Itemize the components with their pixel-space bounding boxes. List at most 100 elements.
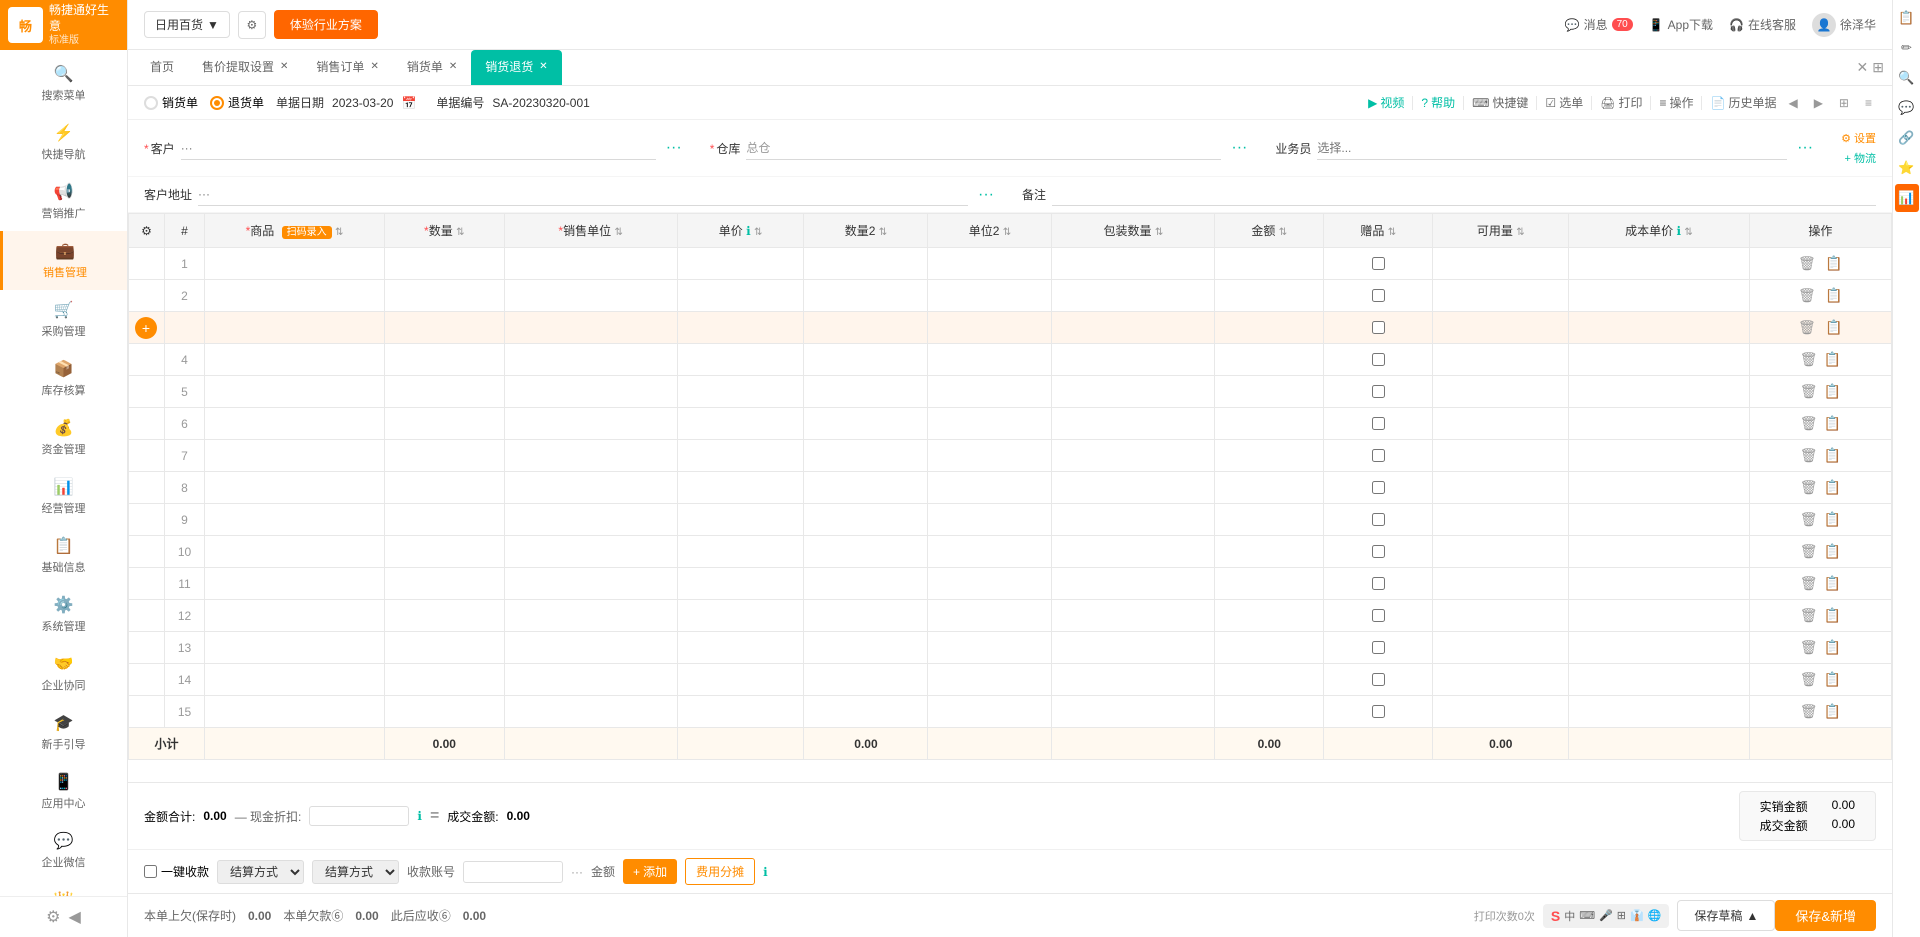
col-unit2-sort-icon[interactable]: ⇅ bbox=[1003, 227, 1011, 238]
col-pkg-sort-icon[interactable]: ⇅ bbox=[1155, 227, 1163, 238]
row-1-delete-icon[interactable]: 🗑 bbox=[1795, 255, 1819, 271]
col-cost-sort-icon[interactable]: ⇅ bbox=[1684, 227, 1692, 238]
help-action[interactable]: ? 帮助 bbox=[1421, 94, 1455, 111]
row-2-unit[interactable] bbox=[504, 280, 677, 312]
sidebar-item-wechat[interactable]: 💬 企业微信 bbox=[0, 821, 127, 880]
row-2-price[interactable] bbox=[677, 280, 804, 312]
row-1-qty2[interactable] bbox=[804, 248, 928, 280]
row-1-amount[interactable] bbox=[1215, 248, 1324, 280]
row-3-qty[interactable] bbox=[385, 312, 505, 344]
address-expand-icon[interactable]: ··· bbox=[974, 186, 998, 204]
save-draft-button[interactable]: 保存草稿 ▲ bbox=[1677, 900, 1775, 931]
rs-link-icon[interactable]: 🔗 bbox=[1895, 124, 1919, 152]
sidebar-item-system[interactable]: ⚙️ 系统管理 bbox=[0, 585, 127, 644]
rs-comment-icon[interactable]: 💬 bbox=[1895, 94, 1919, 122]
row-14-gift-checkbox[interactable] bbox=[1372, 673, 1385, 686]
print-action[interactable]: 🖨 打印 bbox=[1600, 94, 1642, 111]
row-7-delete-icon[interactable]: 🗑 bbox=[1797, 447, 1821, 463]
rs-search-icon[interactable]: 🔍 bbox=[1895, 64, 1919, 92]
row-2-amount[interactable] bbox=[1215, 280, 1324, 312]
row-2-product[interactable] bbox=[205, 280, 385, 312]
table-gear-icon[interactable]: ⚙ bbox=[141, 224, 152, 238]
sidebar-item-app-center[interactable]: 📱 应用中心 bbox=[0, 762, 127, 821]
discount-input[interactable] bbox=[309, 806, 409, 826]
tab-sale-out[interactable]: 销货单 ✕ bbox=[393, 50, 471, 85]
row-1-unit2[interactable] bbox=[928, 248, 1052, 280]
row-3-unit2[interactable] bbox=[928, 312, 1052, 344]
operation-action[interactable]: ≡ 操作 bbox=[1659, 94, 1693, 111]
nav-prev-icon[interactable]: ◀ bbox=[1784, 96, 1801, 110]
add-row-button[interactable]: + bbox=[135, 317, 157, 339]
tab-sale-return[interactable]: 销货退货 ✕ bbox=[471, 50, 561, 85]
radio-sale-out[interactable]: 销货单 bbox=[144, 94, 198, 111]
save-draft-caret-icon[interactable]: ▲ bbox=[1746, 909, 1758, 923]
row-1-product[interactable] bbox=[205, 248, 385, 280]
row-3-cost[interactable] bbox=[1569, 312, 1749, 344]
row-12-delete-icon[interactable]: 🗑 bbox=[1797, 607, 1821, 623]
row-1-pkg[interactable] bbox=[1052, 248, 1215, 280]
salesperson-expand-icon[interactable]: ··· bbox=[1793, 139, 1817, 157]
logistics-button[interactable]: + 物流 bbox=[1845, 150, 1876, 166]
row-11-gift-checkbox[interactable] bbox=[1372, 577, 1385, 590]
row-3-copy-icon[interactable]: 📋 bbox=[1822, 319, 1845, 335]
row-3-delete-icon[interactable]: 🗑 bbox=[1795, 319, 1819, 335]
col-qty2-sort-icon[interactable]: ⇅ bbox=[879, 227, 887, 238]
one-click-pay-checkbox[interactable]: 一键收款 bbox=[144, 863, 209, 880]
sidebar-item-member[interactable]: 👑 畅会员 bbox=[0, 880, 127, 896]
rs-active-icon[interactable]: 📊 bbox=[1895, 184, 1919, 212]
row-2-avail[interactable] bbox=[1433, 280, 1569, 312]
row-6-delete-icon[interactable]: 🗑 bbox=[1797, 415, 1821, 431]
sidebar-item-marketing[interactable]: 📢 营销推广 bbox=[0, 172, 127, 231]
col-avail-sort-icon[interactable]: ⇅ bbox=[1516, 227, 1524, 238]
row-3-avail[interactable] bbox=[1433, 312, 1569, 344]
row-3-unit[interactable] bbox=[504, 312, 677, 344]
calc-method-select[interactable]: 结算方式 bbox=[312, 860, 399, 884]
tab-menu-icon[interactable]: ⊞ bbox=[1872, 59, 1884, 76]
address-input[interactable] bbox=[198, 183, 968, 206]
account-input[interactable] bbox=[463, 861, 563, 883]
tab-sale-price[interactable]: 售价提取设置 ✕ bbox=[188, 50, 302, 85]
experience-button[interactable]: 体验行业方案 bbox=[274, 10, 378, 39]
row-13-gift-checkbox[interactable] bbox=[1372, 641, 1385, 654]
row-6-copy-icon[interactable]: 📋 bbox=[1821, 415, 1844, 431]
row-2-gift-checkbox[interactable] bbox=[1372, 289, 1385, 302]
tab-sale-out-close-icon[interactable]: ✕ bbox=[449, 61, 457, 72]
view-grid-icon[interactable]: ⊞ bbox=[1835, 96, 1853, 110]
row-10-gift-checkbox[interactable] bbox=[1372, 545, 1385, 558]
select-action[interactable]: ☑ 选单 bbox=[1545, 94, 1583, 111]
col-price-sort-icon[interactable]: ⇅ bbox=[754, 227, 762, 238]
row-9-gift-checkbox[interactable] bbox=[1372, 513, 1385, 526]
row-15-gift-checkbox[interactable] bbox=[1372, 705, 1385, 718]
row-8-gift-checkbox[interactable] bbox=[1372, 481, 1385, 494]
row-2-pkg[interactable] bbox=[1052, 280, 1215, 312]
row-5-copy-icon[interactable]: 📋 bbox=[1821, 383, 1844, 399]
message-action[interactable]: 💬 消息 70 bbox=[1565, 16, 1633, 33]
header-gear-button[interactable]: ⚙ bbox=[238, 11, 266, 39]
row-3-product[interactable] bbox=[205, 312, 385, 344]
row-1-copy-icon[interactable]: 📋 bbox=[1822, 255, 1845, 271]
row-14-copy-icon[interactable]: 📋 bbox=[1821, 671, 1844, 687]
row-11-copy-icon[interactable]: 📋 bbox=[1821, 575, 1844, 591]
sidebar-item-enterprise[interactable]: 🤝 企业协同 bbox=[0, 644, 127, 703]
row-11-delete-icon[interactable]: 🗑 bbox=[1797, 575, 1821, 591]
view-list-icon[interactable]: ≡ bbox=[1861, 96, 1876, 110]
tab-sale-order-close-icon[interactable]: ✕ bbox=[370, 61, 378, 72]
warehouse-expand-icon[interactable]: ··· bbox=[1227, 139, 1251, 157]
row-6-gift-checkbox[interactable] bbox=[1372, 417, 1385, 430]
row-10-delete-icon[interactable]: 🗑 bbox=[1797, 543, 1821, 559]
remark-input[interactable] bbox=[1052, 183, 1876, 206]
sidebar-collapse-icon[interactable]: ◀ bbox=[69, 907, 81, 927]
settings-button[interactable]: ⚙ 设置 bbox=[1841, 130, 1876, 146]
row-5-delete-icon[interactable]: 🗑 bbox=[1797, 383, 1821, 399]
one-click-pay-input[interactable] bbox=[144, 865, 157, 878]
scan-btn[interactable]: 扫码录入 bbox=[282, 226, 332, 239]
row-1-cost[interactable] bbox=[1569, 248, 1749, 280]
customer-input[interactable] bbox=[181, 137, 656, 160]
tab-sale-price-close-icon[interactable]: ✕ bbox=[280, 61, 288, 72]
row-13-delete-icon[interactable]: 🗑 bbox=[1797, 639, 1821, 655]
row-3-product-input[interactable] bbox=[211, 321, 378, 335]
row-12-copy-icon[interactable]: 📋 bbox=[1821, 607, 1844, 623]
row-1-qty[interactable] bbox=[385, 248, 505, 280]
fee-split-button[interactable]: 费用分摊 bbox=[685, 858, 755, 885]
sidebar-item-operations[interactable]: 📊 经营管理 bbox=[0, 467, 127, 526]
